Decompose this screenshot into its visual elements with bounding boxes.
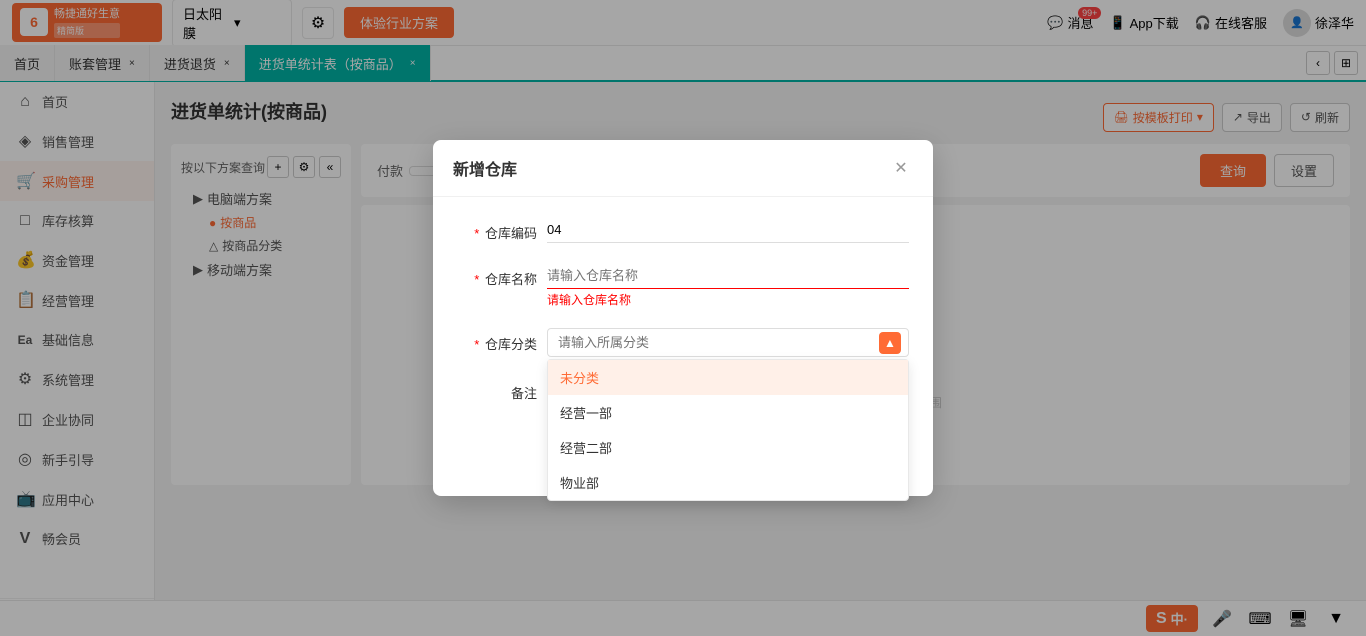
dropdown-item-1[interactable]: 经营一部	[548, 395, 908, 430]
dropdown-item-0[interactable]: 未分类	[548, 360, 908, 395]
warehouse-code-label: * 仓库编码	[457, 217, 537, 242]
warehouse-category-label: * 仓库分类	[457, 328, 537, 353]
category-input-wrap: ▲	[547, 328, 909, 357]
warehouse-name-row: * 仓库名称 请输入仓库名称	[457, 263, 909, 308]
dialog-header: 新增仓库 ✕	[433, 140, 933, 197]
required-mark-2: *	[474, 272, 479, 287]
warehouse-category-wrap: ▲ 未分类 经营一部 经营二部 物业部	[547, 328, 909, 357]
dropdown-item-3[interactable]: 物业部	[548, 465, 908, 500]
warehouse-code-row: * 仓库编码	[457, 217, 909, 243]
dropdown-item-2[interactable]: 经营二部	[548, 430, 908, 465]
warehouse-category-input[interactable]	[547, 328, 909, 357]
category-dropdown: 未分类 经营一部 经营二部 物业部	[547, 359, 909, 501]
dialog-title: 新增仓库	[453, 156, 517, 180]
warehouse-name-error: 请输入仓库名称	[547, 291, 909, 308]
dialog-body: * 仓库编码 * 仓库名称 请输入仓库名称 * 仓库分类	[433, 197, 933, 431]
warehouse-name-wrap: 请输入仓库名称	[547, 263, 909, 308]
dialog-close-button[interactable]: ✕	[889, 156, 913, 180]
warehouse-code-wrap	[547, 217, 909, 243]
new-warehouse-dialog: 新增仓库 ✕ * 仓库编码 * 仓库名称 请输入仓库名称	[433, 140, 933, 496]
required-mark-3: *	[474, 337, 479, 352]
warehouse-notes-label: 备注	[457, 377, 537, 402]
category-toggle-button[interactable]: ▲	[879, 332, 901, 354]
warehouse-name-input[interactable]	[547, 263, 909, 289]
warehouse-name-label: * 仓库名称	[457, 263, 537, 288]
warehouse-code-input[interactable]	[547, 217, 909, 243]
required-mark: *	[474, 226, 479, 241]
warehouse-category-row: * 仓库分类 ▲ 未分类 经营一部 经营二部 物业部	[457, 328, 909, 357]
